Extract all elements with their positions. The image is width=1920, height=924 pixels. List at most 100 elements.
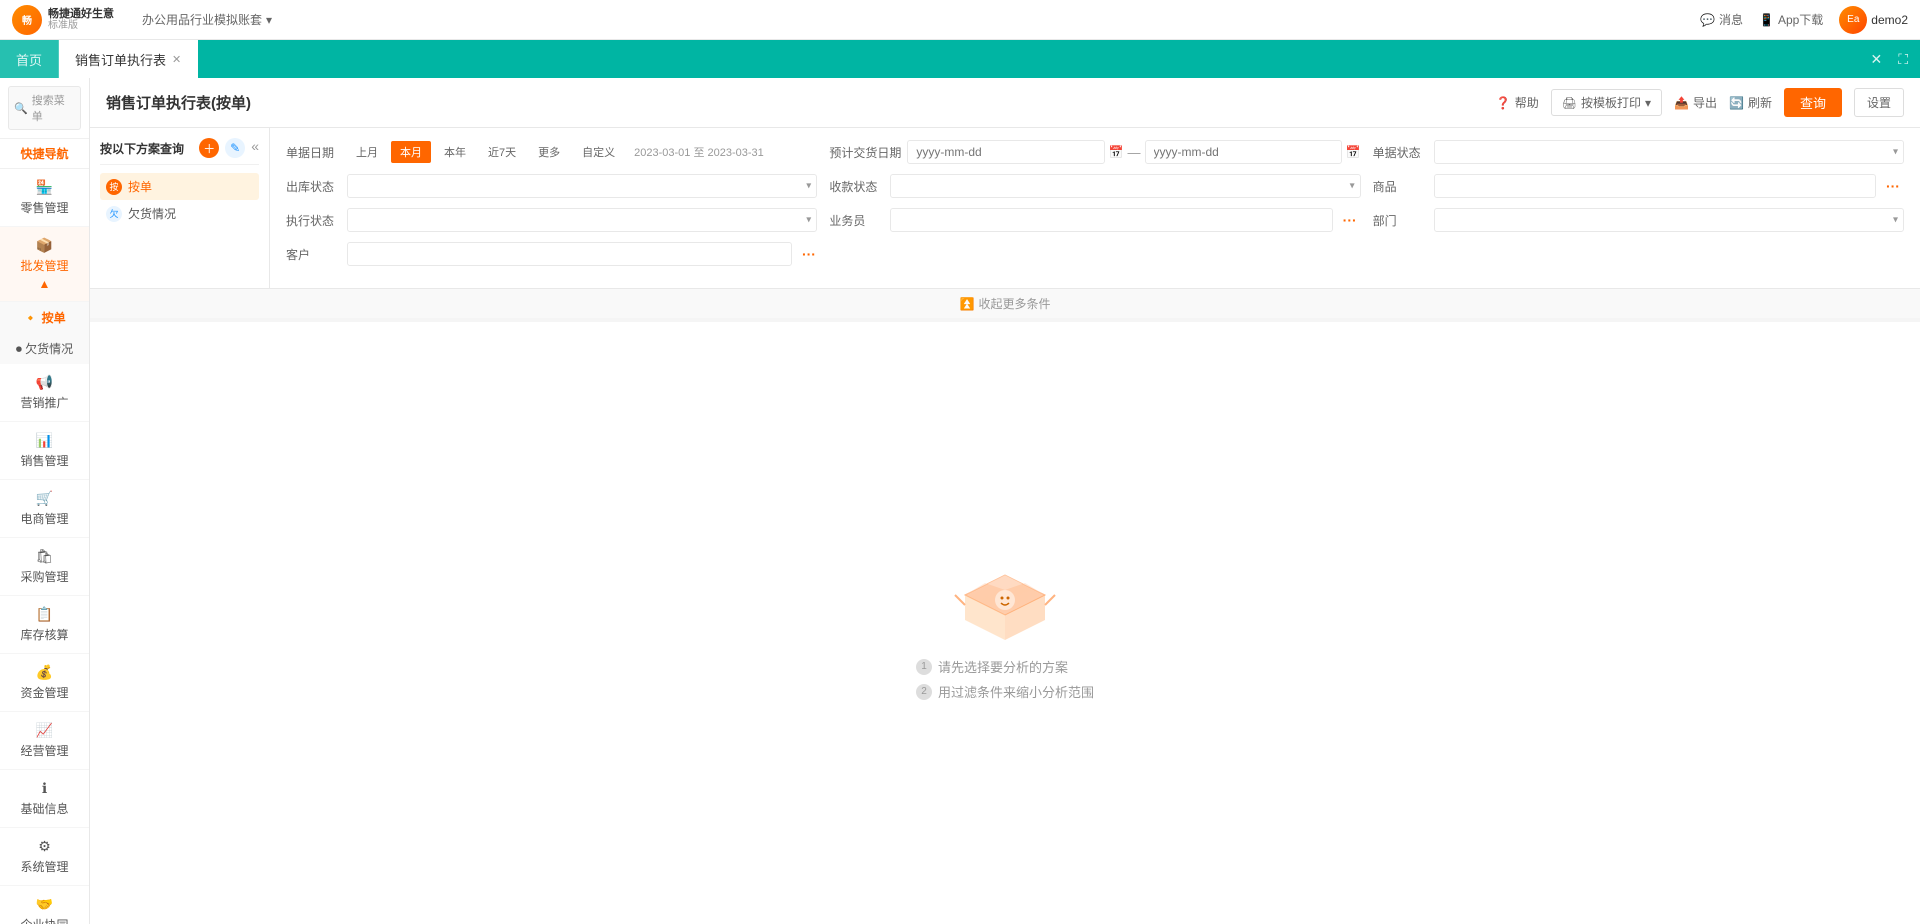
expected-date-range: 📅 — 📅 bbox=[907, 140, 1360, 164]
date-label: 单据日期 bbox=[286, 144, 341, 161]
sidebar-item-basic[interactable]: ℹ 基础信息 bbox=[0, 770, 89, 828]
logo-area[interactable]: 畅 畅捷通好生意 标准版 bbox=[12, 5, 114, 35]
sidebar-item-enterprise[interactable]: 🤝 企业协同 bbox=[0, 886, 89, 924]
help-button[interactable]: ❓ 帮助 bbox=[1496, 94, 1539, 111]
execution-select-wrapper bbox=[347, 208, 817, 232]
date-range-text: 2023-03-01 至 2023-03-31 bbox=[634, 144, 764, 160]
top-header: 畅 畅捷通好生意 标准版 办公用品行业模拟账套 ▾ 💬 消息 📱 App下载 E… bbox=[0, 0, 1920, 40]
goods-input[interactable] bbox=[1434, 174, 1876, 198]
user-menu[interactable]: Ea demo2 bbox=[1839, 6, 1908, 34]
tab-bar-actions: ✕ ⛶ bbox=[1858, 40, 1920, 78]
print-icon: 🖨 bbox=[1562, 96, 1577, 110]
chevron-down-icon: ▾ bbox=[266, 13, 272, 27]
tab-expand-icon[interactable]: ⛶ bbox=[1894, 47, 1912, 72]
expected-date-end[interactable] bbox=[1145, 140, 1342, 164]
date-tab-last-month[interactable]: 上月 bbox=[347, 141, 387, 163]
department-select[interactable] bbox=[1434, 208, 1904, 232]
print-button[interactable]: 🖨 按模板打印 ▾ bbox=[1551, 89, 1662, 116]
sidebar-item-ecommerce[interactable]: 🛒 电商管理 bbox=[0, 480, 89, 538]
calendar-start-icon[interactable]: 📅 bbox=[1109, 145, 1124, 159]
delivery-select[interactable] bbox=[347, 174, 817, 198]
refresh-button[interactable]: 🔄 刷新 bbox=[1729, 94, 1772, 111]
sidebar-search-area: 🔍 搜索菜单 bbox=[0, 78, 89, 139]
expected-date-start[interactable] bbox=[907, 140, 1104, 164]
sidebar-item-marketing[interactable]: 📢 营销推广 bbox=[0, 364, 89, 422]
export-button[interactable]: 📤 导出 bbox=[1674, 94, 1717, 111]
sidebar-subitem-欠货情况[interactable]: ⏺ 欠货情况 bbox=[0, 333, 89, 364]
calendar-end-icon[interactable]: 📅 bbox=[1346, 145, 1361, 159]
payment-select-wrapper bbox=[890, 174, 1360, 198]
goods-more-icon[interactable]: ··· bbox=[1882, 178, 1904, 194]
salesperson-more-icon[interactable]: ··· bbox=[1339, 212, 1361, 228]
date-tab-custom[interactable]: 自定义 bbox=[573, 141, 624, 163]
search-button[interactable]: 🔍 搜索菜单 bbox=[8, 86, 81, 130]
app-download-button[interactable]: 📱 App下载 bbox=[1759, 11, 1823, 28]
doc-status-label: 单据状态 bbox=[1373, 144, 1428, 161]
empty-tip-2: 2 用过滤条件来缩小分析范围 bbox=[916, 682, 1094, 701]
scheme-dot2-icon: 欠 bbox=[106, 206, 122, 222]
date-tab-7days[interactable]: 近7天 bbox=[479, 141, 525, 163]
ecommerce-icon: 🛒 bbox=[36, 490, 53, 507]
sidebar-item-wholesale[interactable]: 📦 批发管理 ▲ bbox=[0, 227, 89, 302]
tab-sales-order[interactable]: 销售订单执行表 ✕ bbox=[59, 40, 198, 78]
collapse-scheme-button[interactable]: « bbox=[251, 138, 259, 158]
department-label: 部门 bbox=[1373, 212, 1428, 229]
customer-label: 客户 bbox=[286, 246, 341, 263]
collapse-bar[interactable]: ⏫ 收起更多条件 bbox=[90, 288, 1920, 318]
search-icon: 🔍 bbox=[14, 102, 28, 115]
query-button[interactable]: 查询 bbox=[1784, 88, 1842, 117]
refresh-icon: 🔄 bbox=[1729, 96, 1744, 110]
sidebar-subitem-按单[interactable]: 🔸 按单 bbox=[0, 302, 89, 333]
delivery-label: 出库状态 bbox=[286, 178, 341, 195]
goods-label: 商品 bbox=[1373, 178, 1428, 195]
tab-minimize-icon[interactable]: ✕ bbox=[1866, 47, 1886, 72]
empty-tip-1: 1 请先选择要分析的方案 bbox=[916, 657, 1094, 676]
breadcrumb[interactable]: 办公用品行业模拟账套 ▾ bbox=[142, 11, 272, 28]
expected-date-label: 预计交货日期 bbox=[829, 144, 901, 161]
collapse-icon: ⏫ bbox=[960, 297, 975, 311]
sub-icon: 🔸 bbox=[23, 311, 38, 325]
customer-input[interactable] bbox=[347, 242, 792, 266]
system-icon: ⚙ bbox=[38, 838, 51, 855]
sidebar-item-finance[interactable]: 💰 资金管理 bbox=[0, 654, 89, 712]
salesperson-input[interactable] bbox=[890, 208, 1332, 232]
doc-status-select-wrapper bbox=[1434, 140, 1904, 164]
filter-group-customer: 客户 ··· bbox=[286, 242, 820, 266]
payment-label: 收款状态 bbox=[829, 178, 884, 195]
date-tab-more[interactable]: 更多 bbox=[529, 141, 569, 163]
tab-home[interactable]: 首页 bbox=[0, 40, 59, 78]
management-icon: 📈 bbox=[36, 722, 53, 739]
sidebar-shortcut[interactable]: 快捷导航 bbox=[0, 139, 89, 169]
payment-select[interactable] bbox=[890, 174, 1360, 198]
sidebar-item-purchase[interactable]: 🛍 采购管理 bbox=[0, 538, 89, 596]
customer-more-icon[interactable]: ··· bbox=[798, 246, 820, 262]
page-actions: ❓ 帮助 🖨 按模板打印 ▾ 📤 导出 🔄 刷新 查询 设置 bbox=[1496, 88, 1904, 117]
filter-group-payment: 收款状态 bbox=[829, 174, 1360, 198]
filter-group-delivery: 出库状态 bbox=[286, 174, 817, 198]
date-tab-this-year[interactable]: 本年 bbox=[435, 141, 475, 163]
sidebar-item-retail[interactable]: 🏪 零售管理 bbox=[0, 169, 89, 227]
marketing-icon: 📢 bbox=[36, 374, 53, 391]
purchase-icon: 🛍 bbox=[36, 548, 54, 565]
retail-icon: 🏪 bbox=[36, 179, 53, 196]
empty-tips: 1 请先选择要分析的方案 2 用过滤条件来缩小分析范围 bbox=[916, 657, 1094, 701]
sidebar-item-sales[interactable]: 📊 销售管理 bbox=[0, 422, 89, 480]
message-button[interactable]: 💬 消息 bbox=[1700, 11, 1743, 28]
settings-button[interactable]: 设置 bbox=[1854, 88, 1904, 117]
doc-status-select[interactable] bbox=[1434, 140, 1904, 164]
basic-icon: ℹ bbox=[42, 780, 47, 797]
sidebar-item-management[interactable]: 📈 经营管理 bbox=[0, 712, 89, 770]
wholesale-icon: 📦 bbox=[36, 237, 53, 254]
header-right: 💬 消息 📱 App下载 Ea demo2 bbox=[1700, 6, 1908, 34]
tab-close-icon[interactable]: ✕ bbox=[172, 53, 181, 66]
sidebar-item-system[interactable]: ⚙ 系统管理 bbox=[0, 828, 89, 886]
add-scheme-button[interactable]: ＋ bbox=[199, 138, 219, 158]
scheme-item-欠货情况[interactable]: 欠 欠货情况 bbox=[100, 200, 259, 227]
execution-select[interactable] bbox=[347, 208, 817, 232]
date-tab-this-month[interactable]: 本月 bbox=[391, 141, 431, 163]
scheme-item-按单[interactable]: 按 按单 bbox=[100, 173, 259, 200]
edit-scheme-button[interactable]: ✎ bbox=[225, 138, 245, 158]
finance-icon: 💰 bbox=[36, 664, 53, 681]
sidebar-item-inventory[interactable]: 📋 库存核算 bbox=[0, 596, 89, 654]
empty-illustration bbox=[945, 545, 1065, 645]
